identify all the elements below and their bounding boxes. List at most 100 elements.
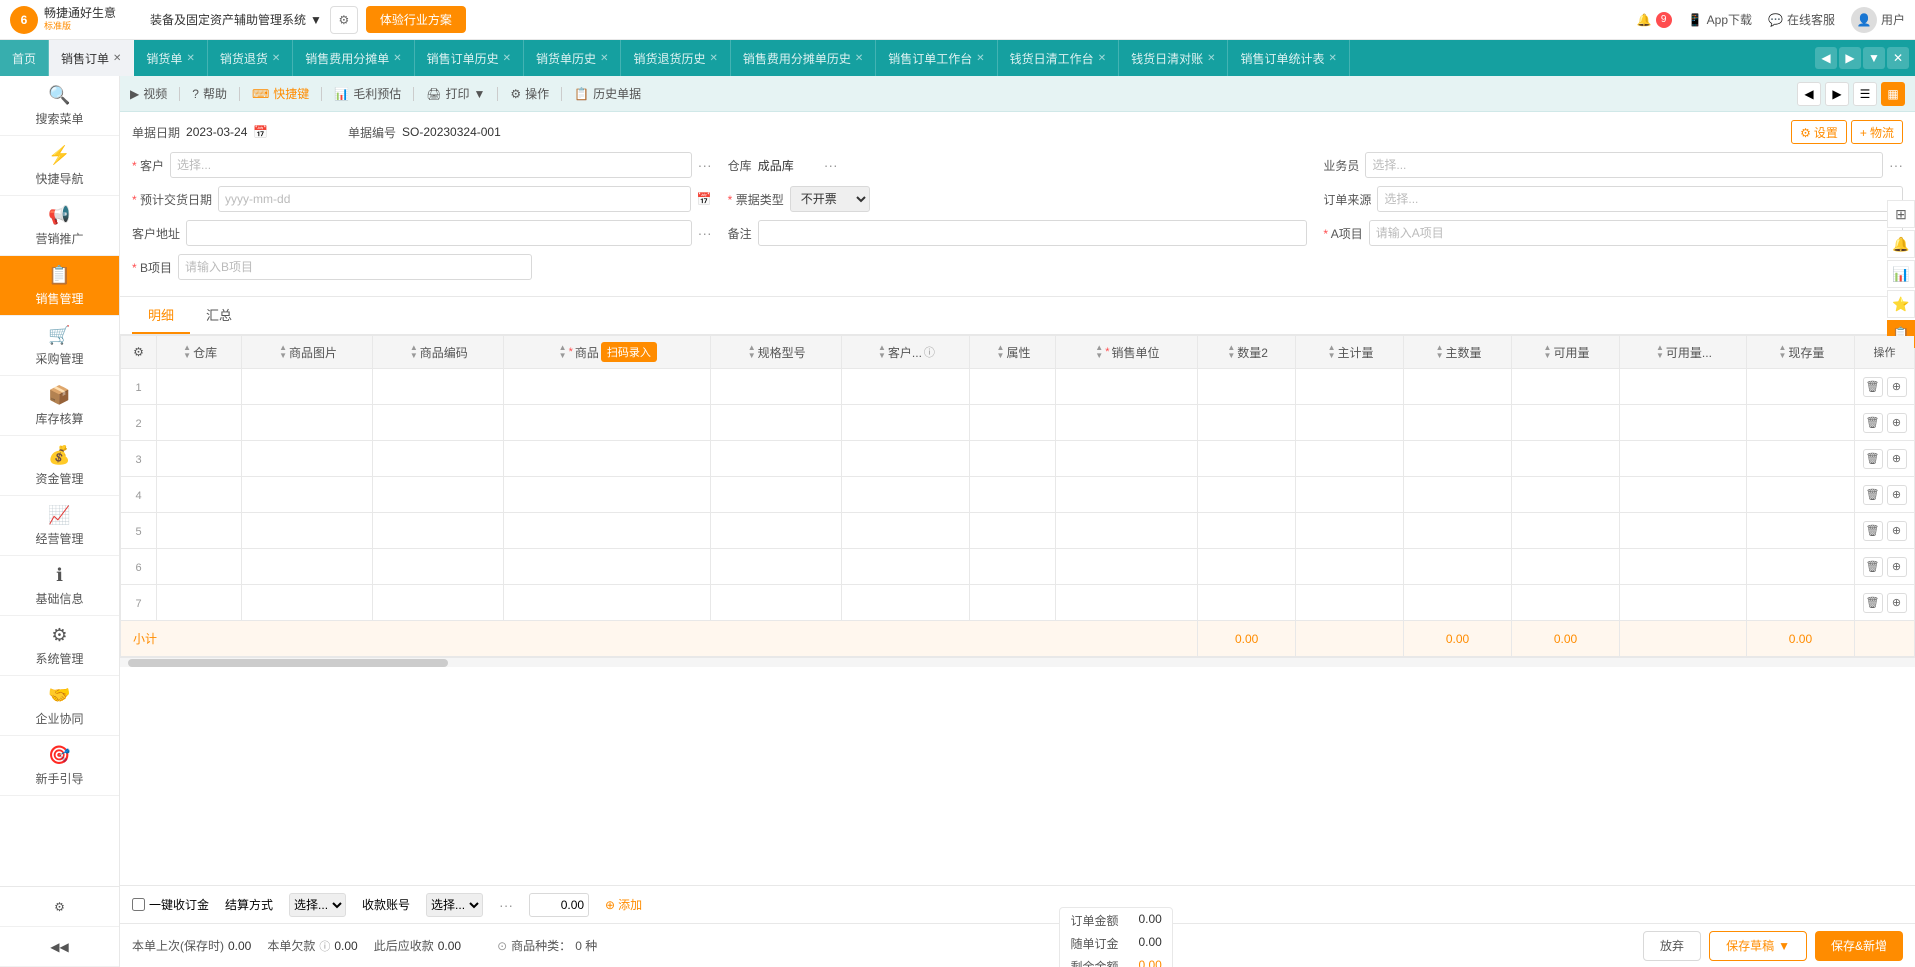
col-unit[interactable]: ▲▼ *销售单位: [1055, 336, 1198, 369]
tab-close-icon[interactable]: ✕: [503, 53, 511, 64]
row-copy-2[interactable]: ⊕: [1887, 413, 1907, 433]
industry-btn[interactable]: 体验行业方案: [366, 6, 466, 33]
row-code-1[interactable]: [372, 369, 503, 405]
col-main-unit[interactable]: ▲▼主计量: [1296, 336, 1404, 369]
row-delete-2[interactable]: 🗑: [1863, 413, 1883, 433]
row-copy-4[interactable]: ⊕: [1887, 485, 1907, 505]
row-product-1[interactable]: [503, 369, 710, 405]
discard-btn[interactable]: 放弃: [1643, 931, 1701, 961]
row-unit-1[interactable]: [1055, 369, 1198, 405]
save-new-btn[interactable]: 保存&新增: [1815, 931, 1903, 961]
tab-close-icon[interactable]: ✕: [272, 53, 280, 64]
sidebar-item-system[interactable]: ⚙ 系统管理: [0, 616, 119, 676]
row-product-2[interactable]: [503, 405, 710, 441]
tab-home[interactable]: 首页: [0, 40, 49, 76]
user-btn[interactable]: 👤 用户: [1851, 7, 1905, 33]
tab-menu-btn[interactable]: ▼: [1863, 47, 1885, 69]
calendar-icon[interactable]: 📅: [253, 125, 268, 139]
row-warehouse-1[interactable]: [157, 369, 242, 405]
notification-btn[interactable]: 🔔 9 9: [1637, 12, 1672, 28]
customer-dots-btn[interactable]: ···: [698, 157, 712, 173]
row-copy-1[interactable]: ⊕: [1887, 377, 1907, 397]
tab-sales-stats[interactable]: 销售订单统计表 ✕: [1228, 40, 1349, 76]
row-main-qty-1[interactable]: [1404, 369, 1512, 405]
system-name-selector[interactable]: 装备及固定资产辅助管理系统 ▼: [150, 11, 322, 28]
delivery-date-input[interactable]: [218, 186, 691, 212]
action-profit[interactable]: 📊 毛利预估: [334, 85, 401, 102]
b-project-input[interactable]: [178, 254, 532, 280]
view-next-btn[interactable]: ▶: [1825, 82, 1849, 106]
row-qty2-1[interactable]: [1198, 369, 1296, 405]
receipt-num-select[interactable]: 选择...: [426, 893, 483, 917]
row-delete-6[interactable]: 🗑: [1863, 557, 1883, 577]
settings-btn[interactable]: ⚙ 设置: [1791, 120, 1847, 144]
col-available2[interactable]: ▲▼可用量...: [1620, 336, 1747, 369]
tab-sales-bill-history[interactable]: 销货单历史 ✕: [524, 40, 621, 76]
tab-sales-order-history[interactable]: 销售订单历史 ✕: [415, 40, 524, 76]
confirm-order-input[interactable]: [132, 898, 145, 911]
sidebar-item-guide[interactable]: 🎯 新手引导: [0, 736, 119, 796]
row-copy-3[interactable]: ⊕: [1887, 449, 1907, 469]
action-print[interactable]: 🖨 打印 ▼: [426, 85, 485, 102]
col-main-qty[interactable]: ▲▼主数量: [1404, 336, 1512, 369]
add-receipt-btn[interactable]: ⊕ 添加: [605, 896, 642, 913]
quick-btn-4[interactable]: ⭐: [1887, 290, 1915, 318]
action-operation[interactable]: ⚙ 操作: [510, 85, 549, 102]
row-warehouse-2[interactable]: [157, 405, 242, 441]
col-spec[interactable]: ▲▼规格型号: [710, 336, 841, 369]
col-image[interactable]: ▲▼商品图片: [242, 336, 373, 369]
order-source-input[interactable]: [1377, 186, 1903, 212]
row-copy-5[interactable]: ⊕: [1887, 521, 1907, 541]
tab-close-icon[interactable]: ✕: [1098, 53, 1106, 64]
col-available[interactable]: ▲▼可用量: [1512, 336, 1620, 369]
scroll-thumb[interactable]: [128, 659, 448, 667]
online-service-btn[interactable]: 💬 在线客服: [1768, 11, 1835, 28]
action-history[interactable]: 📋 历史单据: [574, 85, 641, 102]
col-code[interactable]: ▲▼商品编码: [372, 336, 503, 369]
row-delete-4[interactable]: 🗑: [1863, 485, 1883, 505]
staff-dots-btn[interactable]: ···: [1889, 157, 1903, 173]
sidebar-item-purchase[interactable]: 🛒 采购管理: [0, 316, 119, 376]
view-form-btn[interactable]: ▦: [1881, 82, 1905, 106]
row-delete-3[interactable]: 🗑: [1863, 449, 1883, 469]
address-input[interactable]: [186, 220, 692, 246]
tab-close-icon[interactable]: ✕: [1207, 53, 1215, 64]
tab-close-all-btn[interactable]: ✕: [1887, 47, 1909, 69]
col-settings[interactable]: ⚙: [121, 336, 157, 369]
sidebar-item-collab[interactable]: 🤝 企业协同: [0, 676, 119, 736]
tab-close-icon[interactable]: ✕: [600, 53, 608, 64]
sidebar-item-marketing[interactable]: 📢 营销推广: [0, 196, 119, 256]
sidebar-item-finance[interactable]: 💰 资金管理: [0, 436, 119, 496]
sidebar-item-inventory[interactable]: 📦 库存核算: [0, 376, 119, 436]
row-code-2[interactable]: [372, 405, 503, 441]
sidebar-item-shortcut[interactable]: ⚡ 快捷导航: [0, 136, 119, 196]
action-help[interactable]: ? 帮助: [192, 85, 227, 102]
action-shortcut[interactable]: ⌨ 快捷键: [252, 85, 309, 102]
scan-btn[interactable]: 扫码录入: [601, 342, 657, 362]
row-copy-6[interactable]: ⊕: [1887, 557, 1907, 577]
col-product[interactable]: ▲▼ *商品 扫码录入: [503, 336, 710, 369]
quick-btn-3[interactable]: 📊: [1887, 260, 1915, 288]
action-video[interactable]: ▶ 视频: [130, 85, 167, 102]
tab-sales-expense-history[interactable]: 销售费用分摊单历史 ✕: [731, 40, 876, 76]
view-prev-btn[interactable]: ◀: [1797, 82, 1821, 106]
sidebar-item-settings[interactable]: ⚙: [0, 887, 119, 927]
note-input[interactable]: [758, 220, 1308, 246]
pay-method-select[interactable]: 选择...: [289, 893, 346, 917]
tab-close-icon[interactable]: ✕: [1329, 53, 1337, 64]
tab-sales-return-history[interactable]: 销货退货历史 ✕: [621, 40, 730, 76]
tab-sales-return[interactable]: 销货退货 ✕: [208, 40, 293, 76]
row-delete-5[interactable]: 🗑: [1863, 521, 1883, 541]
tab-sales-expense[interactable]: 销售费用分摊单 ✕: [293, 40, 414, 76]
settings-icon-btn[interactable]: ⚙: [330, 6, 358, 34]
tab-close-icon[interactable]: ✕: [855, 53, 863, 64]
save-draft-btn[interactable]: 保存草稿 ▼: [1709, 931, 1807, 961]
address-dots-btn[interactable]: ···: [698, 225, 712, 241]
receipt-dots-btn[interactable]: ···: [499, 897, 513, 913]
confirm-order-checkbox[interactable]: 一键收订金: [132, 896, 209, 913]
row-main-qty-2[interactable]: [1404, 405, 1512, 441]
sidebar-item-operations[interactable]: 📈 经营管理: [0, 496, 119, 556]
tab-close-icon[interactable]: ✕: [976, 53, 984, 64]
tab-next-btn[interactable]: ▶: [1839, 47, 1861, 69]
tab-close-icon[interactable]: ✕: [113, 53, 121, 64]
